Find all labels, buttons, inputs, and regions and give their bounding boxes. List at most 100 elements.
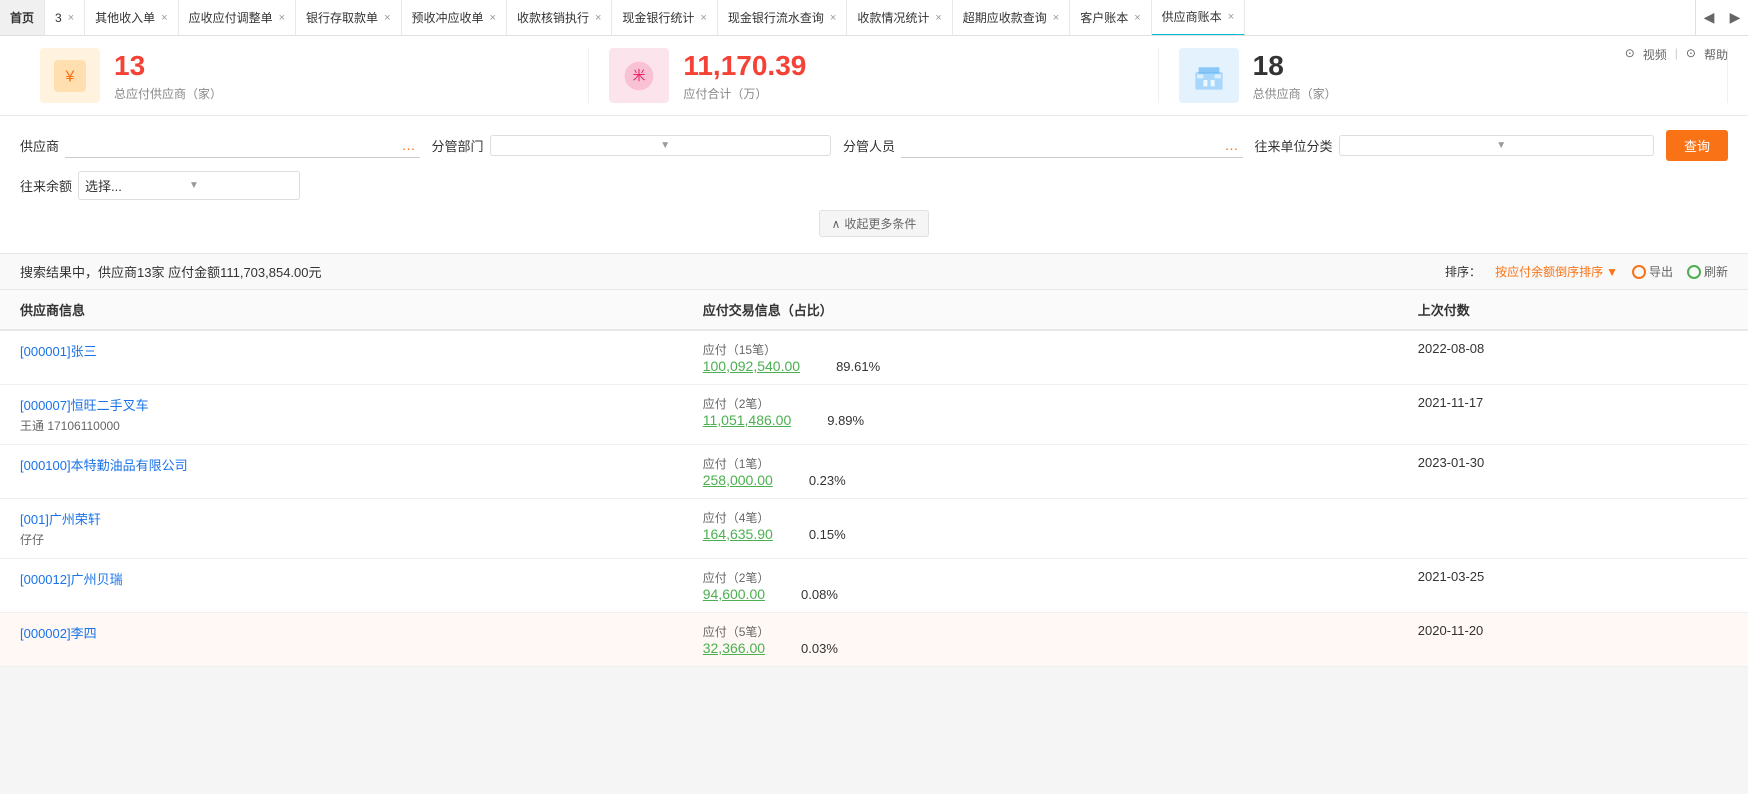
table-row: [001]广州荣轩仔仔应付（4笔）164,635.900.15% — [0, 499, 1748, 559]
th-last-payment: 上次付数 — [1398, 290, 1748, 330]
nav-tab3[interactable]: 3 × — [45, 0, 85, 36]
table-row: [000001]张三 应付（15笔）100,092,540.0089.61%202… — [0, 330, 1748, 385]
tx-amount[interactable]: 258,000.00 — [703, 472, 773, 488]
table-row: [000100]本特勤油品有限公司应付（1笔）258,000.000.23%20… — [0, 445, 1748, 499]
supplier-name: [000002]李四 — [20, 623, 663, 642]
filter-row-1: 供应商 … 分管部门 ▼ 分管人员 … 往来单位分类 — [20, 130, 1728, 161]
nav-prev-arrow[interactable]: ◀ — [1696, 0, 1722, 36]
supplier-name: [000001]张三 — [20, 341, 663, 360]
tx-amount[interactable]: 94,600.00 — [703, 586, 765, 602]
supplier-link[interactable]: [000100]本特勤油品有限公司 — [20, 458, 188, 473]
nav-home[interactable]: 首页 — [0, 0, 45, 36]
balance-select[interactable]: 选择... ▼ — [78, 171, 300, 200]
person-label: 分管人员 — [843, 136, 895, 155]
sort-select[interactable]: 按应付余额倒序排序 ▼ — [1495, 263, 1618, 280]
dept-select[interactable]: ▼ — [490, 135, 831, 156]
payable-total-number: 11,170.39 — [683, 49, 806, 83]
nav-scroll-arrows: ◀ ▶ — [1695, 0, 1748, 36]
tx-percent: 0.08% — [801, 587, 838, 602]
supplier-link[interactable]: [000002]李四 — [20, 626, 97, 641]
tx-info-cell: 应付（4笔）164,635.900.15% — [683, 499, 1398, 559]
nav-receipt-stat[interactable]: 收款情况统计 × — [847, 0, 952, 36]
nav-receipt-verify[interactable]: 收款核销执行 × — [507, 0, 612, 36]
tx-percent: 0.23% — [809, 473, 846, 488]
category-dropdown-arrow: ▼ — [1496, 140, 1647, 151]
payable-total-label: 应付合计（万） — [683, 85, 806, 102]
close-receipt-verify[interactable]: × — [595, 12, 601, 24]
nav-cash-bank-stat[interactable]: 现金银行统计 × — [612, 0, 717, 36]
close-overdue-ar[interactable]: × — [1053, 12, 1059, 24]
close-receipt-stat[interactable]: × — [935, 12, 941, 24]
close-cash-bank-stat[interactable]: × — [700, 12, 706, 24]
close-supplier-book[interactable]: × — [1228, 11, 1234, 23]
nav-cash-bank-flow[interactable]: 现金银行流水查询 × — [718, 0, 847, 36]
summary-item-payable-total: 米 11,170.39 应付合计（万） — [589, 48, 1158, 103]
close-customer-book[interactable]: × — [1134, 12, 1140, 24]
video-icon: ⊙ — [1625, 46, 1635, 63]
close-tab3[interactable]: × — [68, 12, 74, 24]
tx-label: 应付（2笔） — [703, 395, 1378, 412]
close-cash-bank-flow[interactable]: × — [830, 12, 836, 24]
summary-text-suppliers: 13 总应付供应商（家） — [114, 49, 222, 102]
table-header-row: 供应商信息 应付交易信息（占比） 上次付数 — [0, 290, 1748, 330]
th-tx-info: 应付交易信息（占比） — [683, 290, 1398, 330]
person-dots-btn[interactable]: … — [1221, 137, 1243, 153]
supplier-link[interactable]: [000007]恒旺二手叉车 — [20, 398, 149, 413]
supplier-name: [000100]本特勤油品有限公司 — [20, 455, 663, 474]
tx-info-cell: 应付（15笔）100,092,540.0089.61% — [683, 330, 1398, 385]
nav-supplier-book[interactable]: 供应商账本 × — [1152, 0, 1245, 36]
tx-info-cell: 应付（1笔）258,000.00 0.23% — [683, 445, 1398, 499]
category-select[interactable]: ▼ — [1339, 135, 1654, 156]
nav-overdue-ar[interactable]: 超期应收款查询 × — [953, 0, 1070, 36]
nav-bank-deposit[interactable]: 银行存取款单 × — [296, 0, 401, 36]
tx-amount[interactable]: 11,051,486.00 — [703, 412, 792, 428]
last-payment-cell: 2022-08-08 — [1398, 330, 1748, 385]
video-link[interactable]: 视频 — [1643, 46, 1667, 63]
close-ar-ap-adjust[interactable]: × — [279, 12, 285, 24]
tx-label: 应付（2笔） — [703, 569, 1378, 586]
help-icon: ⊙ — [1686, 46, 1696, 63]
export-button[interactable]: 导出 — [1632, 263, 1673, 280]
supplier-link[interactable]: [001]广州荣轩 — [20, 512, 101, 527]
th-supplier-info: 供应商信息 — [0, 290, 683, 330]
tx-label: 应付（1笔） — [703, 455, 1378, 472]
supplier-input-wrapper: … — [65, 134, 419, 158]
filter-category: 往来单位分类 ▼ — [1255, 135, 1655, 156]
data-table-container: 供应商信息 应付交易信息（占比） 上次付数 [000001]张三 应付（15笔）1… — [0, 290, 1748, 667]
query-button[interactable]: 查询 — [1666, 130, 1728, 161]
tx-amount[interactable]: 164,635.90 — [703, 526, 773, 542]
help-link[interactable]: 帮助 — [1704, 46, 1728, 63]
collapse-button[interactable]: ∧ 收起更多条件 — [819, 210, 930, 237]
nav-prepaid-ar[interactable]: 预收冲应收单 × — [402, 0, 507, 36]
supplier-input[interactable] — [65, 134, 397, 157]
supplier-link[interactable]: [000001]张三 — [20, 344, 97, 359]
close-prepaid-ar[interactable]: × — [490, 12, 496, 24]
total-suppliers-icon — [1179, 48, 1239, 103]
refresh-button[interactable]: 刷新 — [1687, 263, 1728, 280]
close-other-income[interactable]: × — [161, 12, 167, 24]
last-payment-cell: 2021-03-25 — [1398, 559, 1748, 613]
tx-label: 应付（5笔） — [703, 623, 1378, 640]
top-nav: 首页 3 × 其他收入单 × 应收应付调整单 × 银行存取款单 × 预收冲应收单… — [0, 0, 1748, 36]
tx-info-cell: 应付（5笔）32,366.000.03% — [683, 613, 1398, 667]
person-input-wrapper: … — [901, 134, 1242, 158]
filter-supplier: 供应商 … — [20, 134, 420, 158]
nav-other-income[interactable]: 其他收入单 × — [85, 0, 178, 36]
close-bank-deposit[interactable]: × — [384, 12, 390, 24]
person-input[interactable] — [901, 134, 1220, 157]
supplier-link[interactable]: [000012]广州贝瑞 — [20, 572, 123, 587]
tx-info-cell: 应付（2笔）11,051,486.009.89% — [683, 385, 1398, 445]
dept-label: 分管部门 — [432, 136, 484, 155]
supplier-info-cell: [000002]李四 — [0, 613, 683, 667]
nav-ar-ap-adjust[interactable]: 应收应付调整单 × — [179, 0, 296, 36]
filter-balance: 往来余额 选择... ▼ — [20, 171, 300, 200]
nav-next-arrow[interactable]: ▶ — [1722, 0, 1748, 36]
summary-text-total-suppliers: 18 总供应商（家） — [1253, 49, 1337, 102]
tx-amount[interactable]: 32,366.00 — [703, 640, 765, 656]
tx-amount[interactable]: 100,092,540.00 — [703, 358, 800, 374]
supplier-dots-btn[interactable]: … — [398, 137, 420, 153]
tx-info-cell: 应付（2笔）94,600.00 0.08% — [683, 559, 1398, 613]
collapse-up-icon: ∧ — [832, 217, 841, 231]
results-right-actions: 排序： 按应付余额倒序排序 ▼ 导出 刷新 — [1445, 263, 1728, 280]
nav-customer-book[interactable]: 客户账本 × — [1070, 0, 1151, 36]
